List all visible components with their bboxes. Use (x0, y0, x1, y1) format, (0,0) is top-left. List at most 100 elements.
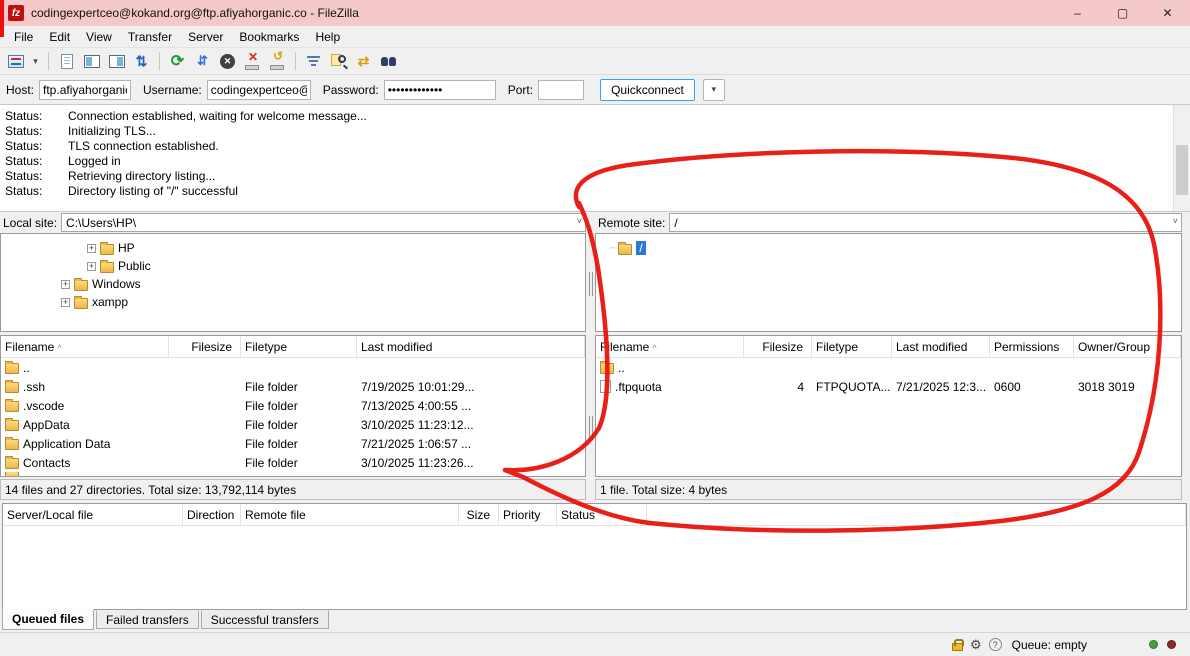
quickconnect-button[interactable]: Quickconnect (600, 78, 695, 101)
local-site-combo[interactable]: C:\Users\HP\ ˅ (61, 213, 586, 232)
help-circle-icon[interactable]: ? (988, 638, 1002, 651)
file-type: FTPQUOTA... (816, 379, 891, 394)
file-row[interactable]: .. (596, 358, 1181, 377)
site-manager-dropdown-button[interactable]: ▾ (29, 50, 42, 72)
lock-icon[interactable] (951, 638, 964, 651)
disconnect-button[interactable]: ✕ (241, 50, 264, 72)
maximize-button[interactable]: ▢ (1100, 0, 1145, 26)
file-row[interactable]: .ssh File folder 7/19/2025 10:01:29... (1, 377, 585, 396)
directory-comparison-button[interactable] (327, 50, 350, 72)
tree-item-label: / (636, 241, 646, 255)
column-header-filesize[interactable]: Filesize (169, 336, 241, 357)
file-row[interactable]: .vscode File folder 7/13/2025 4:00:55 ..… (1, 396, 585, 415)
file-modified: 3/10/2025 11:23:12... (361, 417, 474, 432)
menu-item-bookmarks[interactable]: Bookmarks (231, 28, 307, 46)
status-label: Status: (5, 169, 43, 183)
password-input[interactable] (383, 79, 496, 100)
folder-icon (5, 472, 19, 476)
column-header-size[interactable]: Size (459, 504, 499, 525)
port-input[interactable] (538, 79, 585, 100)
transfer-queue-toggle-button[interactable]: ⇅ (130, 50, 153, 72)
column-header-permissions[interactable]: Permissions (990, 336, 1074, 357)
column-header-owner-group[interactable]: Owner/Group (1074, 336, 1181, 357)
filter-button[interactable] (302, 50, 325, 72)
column-header-filetype[interactable]: Filetype (241, 336, 357, 357)
folder-icon (5, 361, 19, 374)
log-scrollbar[interactable] (1173, 105, 1190, 211)
file-name: Application Data (23, 436, 111, 451)
reconnect-button[interactable]: ↺ (266, 49, 289, 72)
menu-item-edit[interactable]: Edit (41, 28, 78, 46)
expand-plus-icon[interactable]: + (61, 279, 70, 289)
column-header-server-local-file[interactable]: Server/Local file (3, 504, 183, 525)
folder-icon (5, 399, 19, 412)
local-list-header: Filename ^ Filesize Filetype Last modifie… (1, 336, 585, 358)
menu-item-file[interactable]: File (6, 28, 41, 46)
close-button[interactable]: ✕ (1145, 0, 1190, 26)
tab-successful-transfers[interactable]: Successful transfers (200, 610, 329, 629)
statusbar: ⚙ ? Queue: empty (0, 632, 1190, 656)
file-row[interactable]: Application Data File folder 7/21/2025 1… (1, 434, 585, 453)
file-row[interactable]: AppData File folder 3/10/2025 11:23:12..… (1, 415, 585, 434)
quickconnect-bar: Host: Username: Password: Port: Quickcon… (0, 75, 1190, 105)
username-input[interactable] (206, 79, 311, 100)
find-files-button[interactable] (377, 50, 400, 72)
menu-item-server[interactable]: Server (180, 28, 231, 46)
column-header-remote-file[interactable]: Remote file (241, 504, 459, 525)
status-label: Status: (5, 154, 43, 168)
file-row-partial[interactable] (1, 472, 585, 476)
file-row[interactable]: Contacts File folder 3/10/2025 11:23:26.… (1, 453, 585, 472)
tree-item-public[interactable]: + Public (1, 257, 585, 275)
expand-plus-icon[interactable]: + (61, 297, 70, 307)
host-input[interactable] (39, 79, 132, 100)
toolbar-separator (295, 52, 296, 70)
tree-item-root[interactable]: ┄ / (596, 239, 1181, 257)
column-header-priority[interactable]: Priority (499, 504, 557, 525)
column-header-filename[interactable]: Filename ^ (1, 336, 169, 357)
file-row[interactable]: .. (1, 358, 585, 377)
remote-status-text: 1 file. Total size: 4 bytes (600, 482, 728, 497)
chevron-down-icon[interactable]: ˅ (1173, 216, 1178, 226)
expand-plus-icon[interactable]: + (87, 261, 96, 271)
sort-asc-icon: ^ (57, 343, 62, 353)
process-queue-button[interactable]: ⇵ (191, 50, 214, 72)
synchronized-browsing-button[interactable]: ⇄ (352, 50, 375, 72)
site-manager-button[interactable] (4, 50, 27, 72)
menu-item-transfer[interactable]: Transfer (120, 28, 180, 46)
column-header-filesize[interactable]: Filesize (744, 336, 812, 357)
scrollbar-thumb[interactable] (1176, 145, 1188, 195)
quickconnect-dropdown-button[interactable]: ▾ (702, 78, 725, 101)
column-header-filetype[interactable]: Filetype (812, 336, 892, 357)
tab-failed-transfers[interactable]: Failed transfers (96, 610, 199, 629)
refresh-button[interactable]: ⟳ (166, 50, 189, 72)
column-header-last-modified[interactable]: Last modified (892, 336, 990, 357)
tree-item-windows[interactable]: + Windows (1, 275, 585, 293)
chevron-down-icon[interactable]: ˅ (577, 216, 582, 226)
expand-plus-icon[interactable]: + (87, 243, 96, 253)
gear-icon[interactable]: ⚙ (970, 638, 982, 651)
menu-item-view[interactable]: View (78, 28, 120, 46)
tree-item-hp[interactable]: + HP (1, 239, 585, 257)
window-controls: – ▢ ✕ (1055, 0, 1190, 26)
file-row[interactable]: .ftpquota 4 FTPQUOTA... 7/21/2025 12:3..… (596, 377, 1181, 396)
cancel-button[interactable]: ✕ (216, 50, 239, 72)
panel-splitter[interactable] (586, 212, 595, 500)
tree-item-label: HP (118, 241, 135, 255)
local-status-bar: 14 files and 27 directories. Total size:… (0, 479, 586, 500)
host-label: Host: (6, 82, 35, 97)
minimize-button[interactable]: – (1055, 0, 1100, 26)
local-tree-toggle-button[interactable] (80, 50, 103, 72)
column-header-direction[interactable]: Direction (183, 504, 241, 525)
folder-icon (5, 380, 19, 393)
column-header-status[interactable]: Status (557, 504, 647, 525)
remote-site-combo[interactable]: / ˅ (669, 213, 1182, 232)
menu-item-help[interactable]: Help (307, 28, 348, 46)
file-name: AppData (23, 417, 70, 432)
message-log-toggle-button[interactable] (55, 50, 78, 72)
remote-tree-toggle-button[interactable] (105, 50, 128, 72)
column-header-filename[interactable]: Filename ^ (596, 336, 744, 357)
tab-queued-files[interactable]: Queued files (2, 609, 95, 630)
tree-item-xampp[interactable]: + xampp (1, 293, 585, 311)
server-icon (270, 65, 284, 70)
column-header-last-modified[interactable]: Last modified (357, 336, 585, 357)
